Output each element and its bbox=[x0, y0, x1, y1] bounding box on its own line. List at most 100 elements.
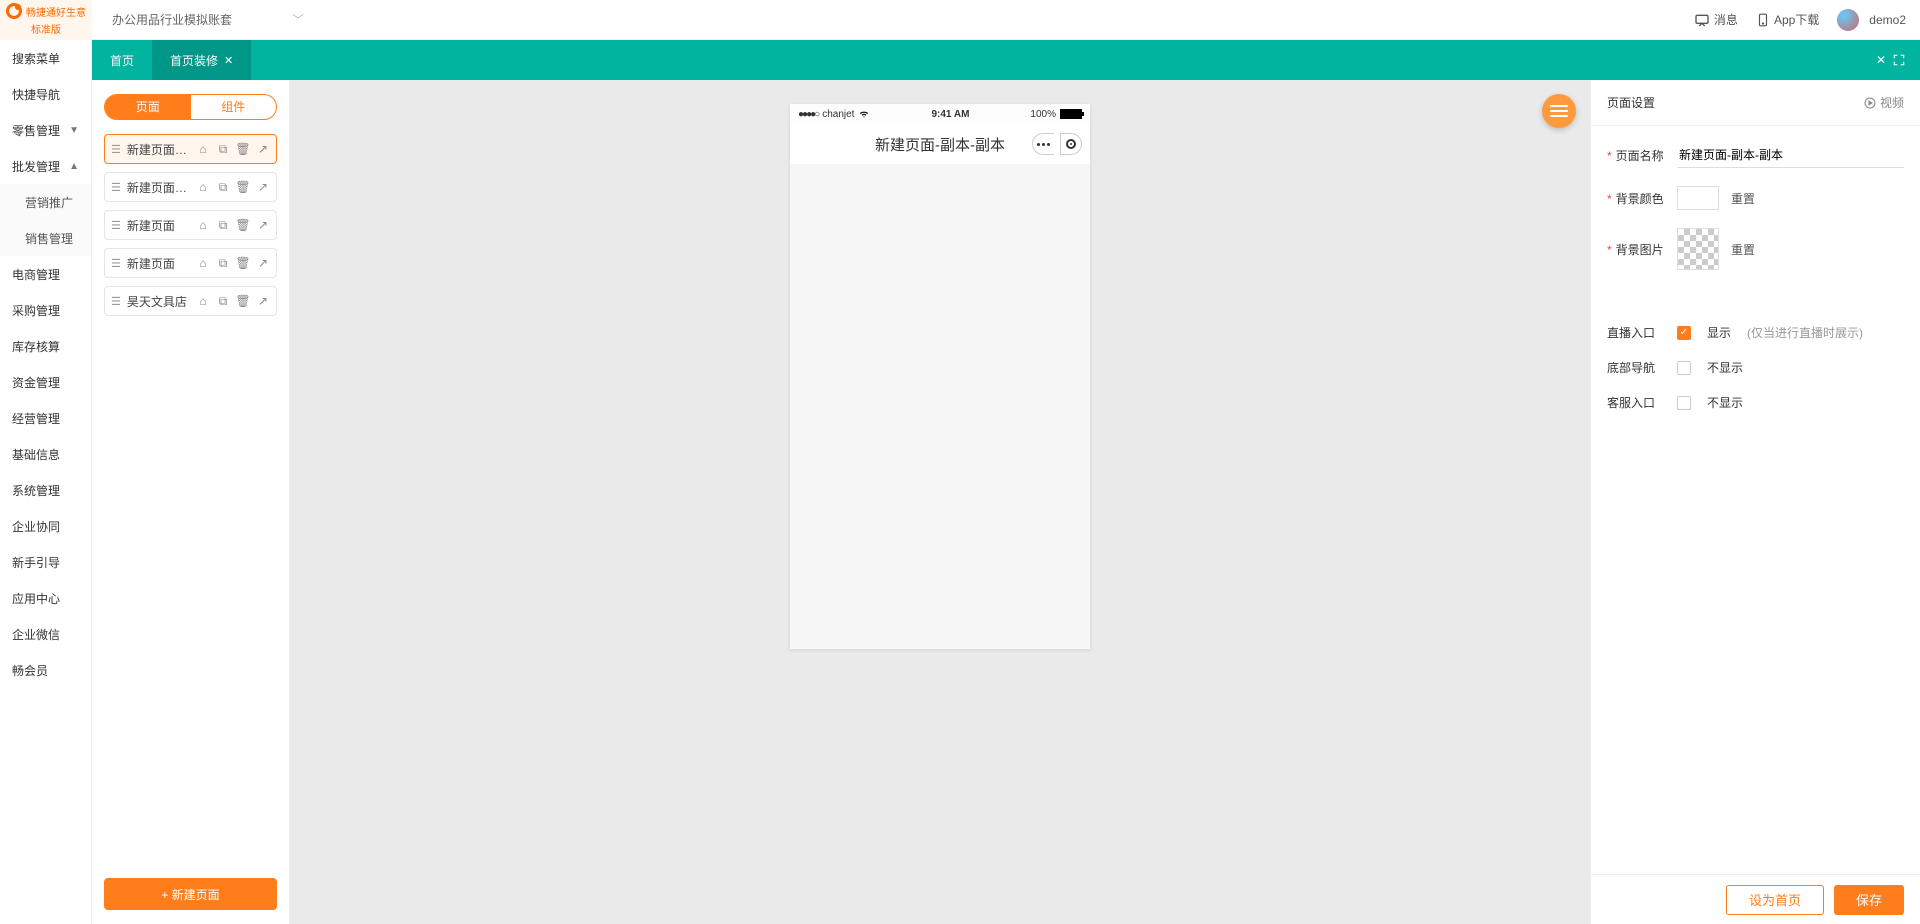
sidebar-search[interactable]: 搜索菜单 bbox=[0, 40, 91, 76]
page-row[interactable]: ☰ 新建页面 ⌂ ⧉ 🗑 ↗ bbox=[104, 248, 277, 278]
home-icon[interactable]: ⌂ bbox=[196, 218, 210, 232]
sidebar-quick[interactable]: 快捷导航 bbox=[0, 76, 91, 112]
bgcolor-reset[interactable]: 重置 bbox=[1731, 190, 1755, 207]
copy-icon[interactable]: ⧉ bbox=[216, 180, 230, 194]
sidebar-ecom[interactable]: 电商管理 bbox=[0, 256, 91, 292]
segment-control: 页面 组件 bbox=[104, 94, 277, 120]
drag-handle-icon[interactable]: ☰ bbox=[111, 219, 121, 232]
bottom-nav-checkbox[interactable] bbox=[1677, 361, 1691, 375]
phone-preview: ●●●●○ chanjet 9:41 AM 100% 新建页面-副本-副本 bbox=[790, 104, 1090, 649]
sidebar-wholesale[interactable]: 批发管理▲ bbox=[0, 148, 91, 184]
add-page-button[interactable]: + 新建页面 bbox=[104, 878, 277, 910]
tab-home[interactable]: 首页 bbox=[92, 40, 152, 80]
live-entry-checkbox[interactable]: ✓ bbox=[1677, 326, 1691, 340]
sidebar-purchase[interactable]: 采购管理 bbox=[0, 292, 91, 328]
mini-program-close-icon[interactable] bbox=[1060, 133, 1082, 155]
bgimg-reset[interactable]: 重置 bbox=[1731, 241, 1755, 258]
drag-handle-icon[interactable]: ☰ bbox=[111, 143, 121, 156]
cs-entry-label: 客服入口 bbox=[1607, 394, 1665, 411]
bgcolor-label: 背景颜色 bbox=[1616, 192, 1664, 206]
settings-panel: 页面设置 视频 *页面名称 *背景颜色 重置 bbox=[1590, 80, 1920, 924]
user-menu[interactable]: demo2 bbox=[1837, 9, 1906, 31]
delete-icon[interactable]: 🗑 bbox=[236, 294, 250, 308]
topbar: 畅捷通好生意 标准版 办公用品行业模拟账套 ﹀ 消息 App下载 demo2 bbox=[0, 0, 1920, 40]
drag-handle-icon[interactable]: ☰ bbox=[111, 257, 121, 270]
external-link-icon[interactable]: ↗ bbox=[256, 180, 270, 194]
live-entry-hint: (仅当进行直播时展示) bbox=[1747, 324, 1863, 341]
bgimg-picker[interactable] bbox=[1677, 228, 1719, 270]
home-icon[interactable]: ⌂ bbox=[196, 180, 210, 194]
page-list: ☰ 新建页面-副本-... ⌂ ⧉ 🗑 ↗ ☰ 新建页面-副本 ⌂ ⧉ 🗑 ↗ bbox=[104, 134, 277, 878]
phone-time: 9:41 AM bbox=[931, 109, 969, 120]
bottom-nav-cb-label: 不显示 bbox=[1707, 359, 1743, 376]
sidebar-wholesale-marketing[interactable]: 营销推广 bbox=[0, 184, 91, 220]
close-icon[interactable]: ✕ bbox=[224, 54, 233, 67]
battery-percent: 100% bbox=[1030, 109, 1056, 120]
messages-link[interactable]: 消息 bbox=[1694, 11, 1738, 28]
page-row[interactable]: ☰ 新建页面 ⌂ ⧉ 🗑 ↗ bbox=[104, 210, 277, 240]
sidebar-member[interactable]: 畅会员 bbox=[0, 652, 91, 688]
drag-handle-icon[interactable]: ☰ bbox=[111, 295, 121, 308]
battery-icon bbox=[1060, 109, 1082, 119]
tab-page-decoration[interactable]: 首页装修 ✕ bbox=[152, 40, 251, 80]
save-button[interactable]: 保存 bbox=[1834, 885, 1904, 915]
phone-icon bbox=[1756, 12, 1770, 28]
sidebar-wholesale-sales[interactable]: 销售管理 bbox=[0, 220, 91, 256]
page-row[interactable]: ☰ 昊天文具店 ⌂ ⧉ 🗑 ↗ bbox=[104, 286, 277, 316]
logo-mark-icon bbox=[6, 3, 22, 19]
copy-icon[interactable]: ⧉ bbox=[216, 256, 230, 270]
sidebar-sys[interactable]: 系统管理 bbox=[0, 472, 91, 508]
set-home-button[interactable]: 设为首页 bbox=[1726, 885, 1824, 915]
external-link-icon[interactable]: ↗ bbox=[256, 256, 270, 270]
brand-logo[interactable]: 畅捷通好生意 标准版 bbox=[0, 0, 92, 40]
phone-body[interactable] bbox=[790, 164, 1090, 649]
sidebar-wechat[interactable]: 企业微信 bbox=[0, 616, 91, 652]
copy-icon[interactable]: ⧉ bbox=[216, 142, 230, 156]
sidebar-stock[interactable]: 库存核算 bbox=[0, 328, 91, 364]
page-name: 昊天文具店 bbox=[127, 293, 190, 310]
app-download-link[interactable]: App下载 bbox=[1756, 11, 1819, 28]
sidebar-appcenter[interactable]: 应用中心 bbox=[0, 580, 91, 616]
home-icon[interactable]: ⌂ bbox=[196, 294, 210, 308]
sidebar-retail[interactable]: 零售管理▼ bbox=[0, 112, 91, 148]
segment-component[interactable]: 组件 bbox=[191, 95, 277, 119]
brand-name: 畅捷通好生意 bbox=[26, 4, 86, 19]
sidebar-biz[interactable]: 经营管理 bbox=[0, 400, 91, 436]
component-drawer-toggle[interactable] bbox=[1542, 94, 1576, 128]
sidebar-fund[interactable]: 资金管理 bbox=[0, 364, 91, 400]
page-name-label: 页面名称 bbox=[1616, 149, 1664, 163]
close-all-icon[interactable]: ✕ bbox=[1870, 53, 1892, 67]
delete-icon[interactable]: 🗑 bbox=[236, 142, 250, 156]
delete-icon[interactable]: 🗑 bbox=[236, 180, 250, 194]
home-icon[interactable]: ⌂ bbox=[196, 256, 210, 270]
page-row[interactable]: ☰ 新建页面-副本-... ⌂ ⧉ 🗑 ↗ bbox=[104, 134, 277, 164]
mini-program-menu-icon[interactable] bbox=[1032, 133, 1054, 155]
phone-status-bar: ●●●●○ chanjet 9:41 AM 100% bbox=[790, 104, 1090, 124]
live-entry-label: 直播入口 bbox=[1607, 324, 1665, 341]
external-link-icon[interactable]: ↗ bbox=[256, 218, 270, 232]
app-download-label: App下载 bbox=[1774, 11, 1819, 28]
sidebar-guide[interactable]: 新手引导 bbox=[0, 544, 91, 580]
page-name-input[interactable] bbox=[1677, 142, 1904, 168]
video-help-link[interactable]: 视频 bbox=[1864, 94, 1904, 111]
delete-icon[interactable]: 🗑 bbox=[236, 256, 250, 270]
account-selector[interactable]: 办公用品行业模拟账套 ﹀ bbox=[112, 11, 304, 28]
cs-entry-checkbox[interactable] bbox=[1677, 396, 1691, 410]
drag-handle-icon[interactable]: ☰ bbox=[111, 181, 121, 194]
messages-label: 消息 bbox=[1714, 11, 1738, 28]
copy-icon[interactable]: ⧉ bbox=[216, 218, 230, 232]
fullscreen-icon[interactable] bbox=[1892, 53, 1914, 67]
sidebar-coop[interactable]: 企业协同 bbox=[0, 508, 91, 544]
segment-page[interactable]: 页面 bbox=[105, 95, 191, 119]
phone-title: 新建页面-副本-副本 bbox=[875, 134, 1005, 155]
bgcolor-picker[interactable] bbox=[1677, 186, 1719, 210]
external-link-icon[interactable]: ↗ bbox=[256, 142, 270, 156]
sidebar: 搜索菜单 快捷导航 零售管理▼ 批发管理▲ 营销推广 销售管理 电商管理 采购管… bbox=[0, 40, 92, 924]
home-icon[interactable]: ⌂ bbox=[196, 142, 210, 156]
delete-icon[interactable]: 🗑 bbox=[236, 218, 250, 232]
user-name: demo2 bbox=[1869, 13, 1906, 27]
sidebar-base[interactable]: 基础信息 bbox=[0, 436, 91, 472]
page-row[interactable]: ☰ 新建页面-副本 ⌂ ⧉ 🗑 ↗ bbox=[104, 172, 277, 202]
copy-icon[interactable]: ⧉ bbox=[216, 294, 230, 308]
external-link-icon[interactable]: ↗ bbox=[256, 294, 270, 308]
